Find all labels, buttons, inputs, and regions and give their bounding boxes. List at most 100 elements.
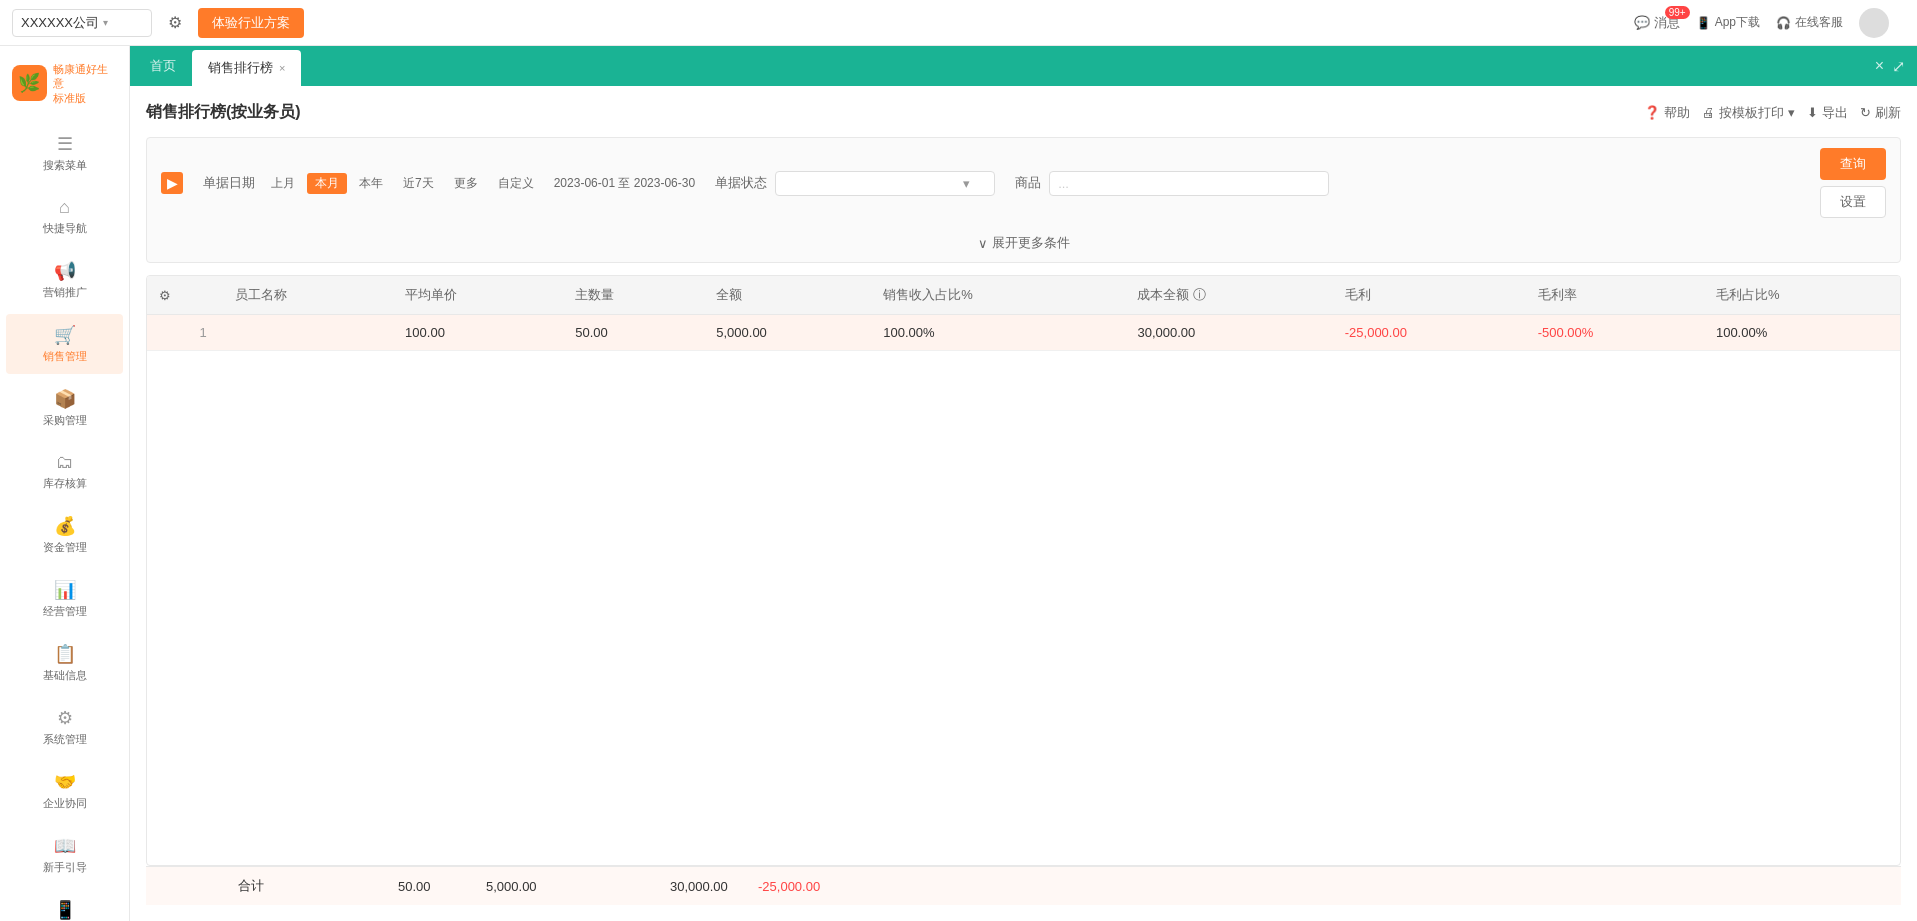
print-chevron-icon: ▾ [1788, 105, 1795, 120]
sidebar-label-enterprise: 企业协同 [43, 796, 87, 811]
footer-label: 合计 [238, 877, 318, 895]
tab-close-icon[interactable]: × [279, 62, 285, 74]
filter-row: ▶ 单据日期 上月 本月 本年 近7天 更多 自定义 2023- [161, 148, 1886, 218]
company-selector[interactable]: XXXXXX公司 ▾ [12, 9, 152, 37]
goods-input-text: ... [1058, 176, 1069, 191]
date-opt-more[interactable]: 更多 [446, 173, 486, 194]
query-button[interactable]: 查询 [1820, 148, 1886, 180]
row-profit-pct: 100.00% [1704, 315, 1900, 351]
settings-icon-btn[interactable]: ⚙ [160, 8, 190, 38]
sidebar-label-system: 系统管理 [43, 732, 87, 747]
col-amount: 全额 [704, 276, 871, 315]
messages-btn[interactable]: 💬 消息 99+ [1634, 14, 1680, 32]
message-count: 99+ [1665, 6, 1690, 19]
goods-filter-label: 商品 [1015, 174, 1041, 192]
sidebar-item-purchase[interactable]: 📦 采购管理 [6, 378, 123, 438]
trial-button[interactable]: 体验行业方案 [198, 8, 304, 38]
row-quantity: 50.00 [563, 315, 704, 351]
top-bar: XXXXXX公司 ▾ ⚙ 体验行业方案 💬 消息 99+ 📱 App下载 🎧 在… [0, 0, 1917, 46]
sidebar-item-quicknav[interactable]: ⌂ 快捷导航 [6, 187, 123, 246]
col-settings[interactable]: ⚙ [147, 276, 183, 315]
footer-profit: -25,000.00 [758, 879, 838, 894]
arrow-right-icon: ▶ [167, 175, 178, 191]
date-opt-7days[interactable]: 近7天 [395, 173, 442, 194]
filter-bar: ▶ 单据日期 上月 本月 本年 近7天 更多 自定义 2023- [146, 137, 1901, 263]
sidebar-item-search[interactable]: ☰ 搜索菜单 [6, 123, 123, 183]
date-opt-this-month[interactable]: 本月 [307, 173, 347, 194]
search-menu-icon: ☰ [57, 133, 73, 155]
sidebar-item-operations[interactable]: 📊 经营管理 [6, 569, 123, 629]
help-button[interactable]: ❓ 帮助 [1644, 104, 1690, 122]
sidebar-label-basic-info: 基础信息 [43, 668, 87, 683]
window-maximize-icon[interactable]: ⤢ [1892, 57, 1905, 76]
table-footer: 合计 50.00 5,000.00 30,000.00 -25,000.00 [146, 866, 1901, 905]
tab-window-actions: × ⤢ [1863, 57, 1917, 76]
app-download-btn[interactable]: 📱 App下载 [1696, 14, 1760, 31]
export-icon: ⬇ [1807, 105, 1818, 120]
status-filter-label: 单据状态 [715, 174, 767, 192]
sidebar-item-system[interactable]: ⚙ 系统管理 [6, 697, 123, 757]
row-rank: 1 [183, 315, 223, 351]
avatar[interactable] [1859, 8, 1889, 38]
date-opt-this-year[interactable]: 本年 [351, 173, 391, 194]
message-icon: 💬 [1634, 15, 1650, 30]
row-avg-price: 100.00 [393, 315, 563, 351]
beginner-icon: 📖 [54, 835, 76, 857]
print-button[interactable]: 🖨 按模板打印 ▾ [1702, 104, 1795, 122]
sidebar-item-marketing[interactable]: 📢 营销推广 [6, 250, 123, 310]
sidebar-item-basic-info[interactable]: 📋 基础信息 [6, 633, 123, 693]
tab-sales-rank[interactable]: 销售排行榜 × [192, 50, 301, 86]
column-settings-icon: ⚙ [159, 288, 171, 303]
sidebar-item-enterprise[interactable]: 🤝 企业协同 [6, 761, 123, 821]
headset-icon: 🎧 [1776, 16, 1791, 30]
refresh-button[interactable]: ↻ 刷新 [1860, 104, 1901, 122]
sidebar-item-app-center[interactable]: 📱 应用中心 [6, 889, 123, 921]
table-row: 1 100.00 50.00 5,000.00 100.00% 30,000.0… [147, 315, 1900, 351]
status-select[interactable]: ▾ [775, 171, 995, 196]
footer-amount: 5,000.00 [486, 879, 566, 894]
app-center-icon: 📱 [54, 899, 76, 921]
settings-button[interactable]: 设置 [1820, 186, 1886, 218]
col-profit-pct: 毛利占比% [1704, 276, 1900, 315]
goods-input[interactable]: ... [1049, 171, 1329, 196]
filter-date: 单据日期 上月 本月 本年 近7天 更多 自定义 2023-06-01 至 20… [203, 173, 695, 194]
filter-action-buttons: 查询 设置 [1820, 148, 1886, 218]
sidebar-label-sales: 销售管理 [43, 349, 87, 364]
sidebar-item-finance[interactable]: 💰 资金管理 [6, 505, 123, 565]
window-close-icon[interactable]: × [1875, 57, 1884, 75]
page-header-actions: ❓ 帮助 🖨 按模板打印 ▾ ⬇ 导出 ↻ 刷新 [1644, 104, 1901, 122]
page-header: 销售排行榜(按业务员) ❓ 帮助 🖨 按模板打印 ▾ ⬇ 导出 [146, 102, 1901, 123]
export-button[interactable]: ⬇ 导出 [1807, 104, 1848, 122]
date-opt-custom[interactable]: 自定义 [490, 173, 542, 194]
print-icon: 🖨 [1702, 105, 1715, 120]
online-service-btn[interactable]: 🎧 在线客服 [1776, 14, 1843, 31]
date-range-text: 2023-06-01 至 2023-06-30 [554, 175, 695, 192]
date-options: 上月 本月 本年 近7天 更多 自定义 [263, 173, 542, 194]
refresh-icon: ↻ [1860, 105, 1871, 120]
row-settings [147, 315, 183, 351]
sales-icon: 🛒 [54, 324, 76, 346]
col-quantity: 主数量 [563, 276, 704, 315]
sidebar-item-sales[interactable]: 🛒 销售管理 [6, 314, 123, 374]
status-chevron-icon: ▾ [963, 176, 970, 191]
enterprise-icon: 🤝 [54, 771, 76, 793]
expand-more-btn[interactable]: ∨ 展开更多条件 [978, 234, 1070, 252]
sidebar: 🌿 畅康通好生意标准版 ☰ 搜索菜单 ⌂ 快捷导航 📢 营销推广 🛒 销售管理 … [0, 46, 130, 921]
sidebar-item-beginner[interactable]: 📖 新手引导 [6, 825, 123, 885]
basic-info-icon: 📋 [54, 643, 76, 665]
mobile-icon: 📱 [1696, 16, 1711, 30]
col-avg-price: 平均单价 [393, 276, 563, 315]
sales-rank-table: ⚙ 员工名称 平均单价 主数量 全额 销售收入占比% 成本全额 ⓘ 毛利 [147, 276, 1900, 351]
row-amount: 5,000.00 [704, 315, 871, 351]
sidebar-item-inventory[interactable]: 🗂 库存核算 [6, 442, 123, 501]
tab-home[interactable]: 首页 [134, 46, 192, 86]
top-right-actions: 💬 消息 99+ 📱 App下载 🎧 在线客服 [1634, 8, 1905, 38]
filter-toggle-btn[interactable]: ▶ [161, 172, 183, 194]
operations-icon: 📊 [54, 579, 76, 601]
date-opt-last-month[interactable]: 上月 [263, 173, 303, 194]
marketing-icon: 📢 [54, 260, 76, 282]
finance-icon: 💰 [54, 515, 76, 537]
footer-quantity: 50.00 [398, 879, 478, 894]
chevron-down-expand-icon: ∨ [978, 236, 988, 251]
row-sales-pct: 100.00% [871, 315, 1125, 351]
